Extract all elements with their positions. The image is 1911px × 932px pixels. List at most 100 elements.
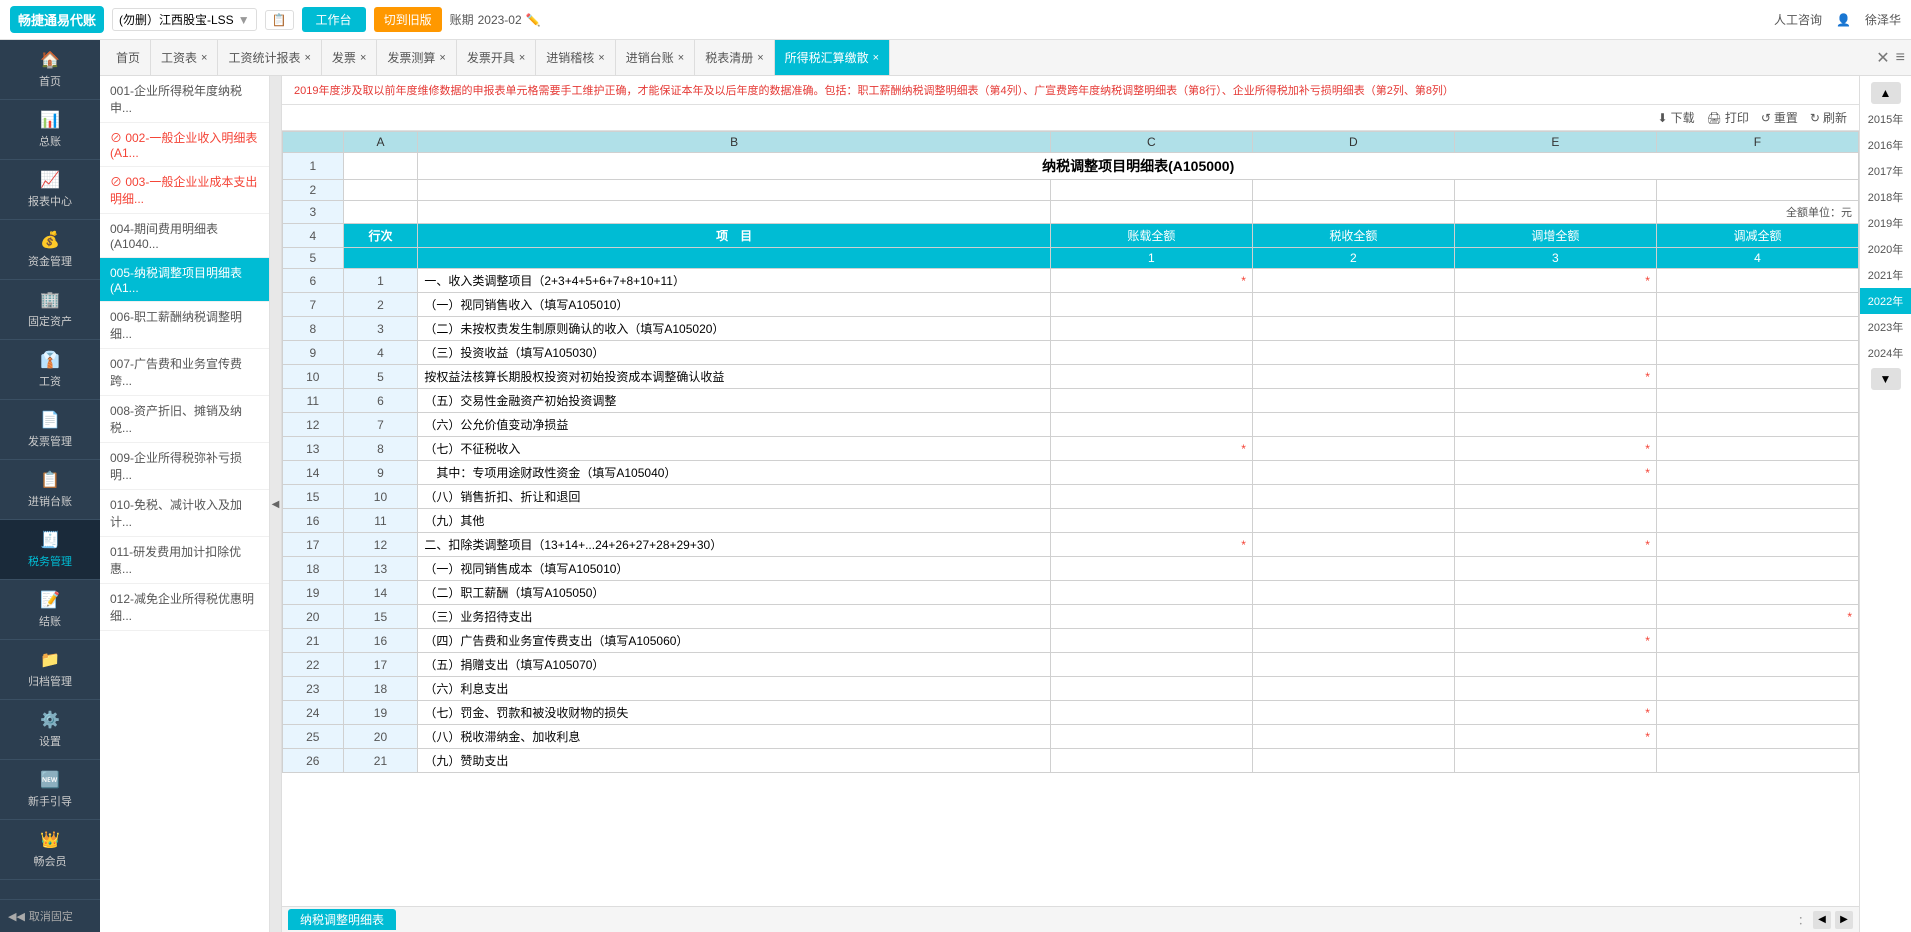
company-select[interactable]: (勿删）江西股宝-LSS ▼ [112, 8, 257, 31]
table-container[interactable]: A B C D E F 1 [282, 131, 1859, 906]
tab-ledger[interactable]: 进销台账 × [616, 40, 695, 75]
form-item-009[interactable]: 009-企业所得税弥补亏损明... [100, 443, 269, 490]
spreadsheet-area: 2019年度涉及取以前年度维修数据的申报表单元格需要手工维护正确，才能保证本年及… [282, 76, 1859, 932]
table-row: 11 6 （五）交易性金融资产初始投资调整 [283, 389, 1859, 413]
hang-16: 11 [343, 509, 418, 533]
tab-ledger-label: 进销台账 [626, 49, 674, 66]
year-2016[interactable]: 2016年 [1860, 132, 1911, 158]
tab-invoice-close[interactable]: × [360, 52, 366, 64]
sidebar-fix-btn[interactable]: ◀◀ 取消固定 [0, 899, 100, 932]
bottom-nav: ： ◀ ▶ [1798, 911, 1853, 929]
form-item-005[interactable]: 005-纳税调整项目明细表(A1... [100, 258, 269, 302]
reset-btn[interactable]: ↺ 重置 [1761, 109, 1798, 126]
c2-17 [1252, 533, 1454, 557]
cell-c3 [1050, 201, 1252, 224]
tab-ledger-close[interactable]: × [678, 52, 684, 64]
sidebar-item-tax[interactable]: 🧾 税务管理 [0, 520, 100, 580]
year-2019[interactable]: 2019年 [1860, 210, 1911, 236]
bottom-tab-tax-adj[interactable]: 纳税调整明细表 [288, 909, 396, 930]
tab-payroll[interactable]: 工资表× [151, 40, 218, 75]
sidebar-item-guide[interactable]: 🆕 新手引导 [0, 760, 100, 820]
sidebar-item-closing[interactable]: 📝 结账 [0, 580, 100, 640]
year-2020[interactable]: 2020年 [1860, 236, 1911, 262]
home-icon: 🏠 [40, 50, 60, 70]
close-all-btn[interactable]: ✕ [1876, 48, 1889, 68]
scroll-indicator: ： [1798, 912, 1809, 928]
tab-home-label: 首页 [116, 49, 140, 66]
form-item-006[interactable]: 006-职工薪酬纳税调整明细... [100, 302, 269, 349]
tab-income-tax[interactable]: 所得税汇算缴散× [775, 40, 890, 75]
tab-invoice-calc[interactable]: 发票测算× [377, 40, 456, 75]
form-item-008[interactable]: 008-资产折旧、摊销及纳税... [100, 396, 269, 443]
sidebar-item-assets[interactable]: 🏢 固定资产 [0, 280, 100, 340]
c2-19 [1252, 581, 1454, 605]
sidebar-item-member[interactable]: 👑 畅会员 [0, 820, 100, 880]
sidebar-item-invoice[interactable]: 📄 发票管理 [0, 400, 100, 460]
tab-income-tax-close[interactable]: × [873, 52, 879, 64]
print-btn[interactable]: 🖨 打印 [1707, 109, 1749, 126]
row-num: 20 [283, 605, 344, 629]
sidebar-item-home[interactable]: 🏠 首页 [0, 40, 100, 100]
download-label: 下载 [1671, 109, 1695, 126]
c4-22 [1656, 653, 1858, 677]
work-btn[interactable]: 工作台 [302, 7, 366, 32]
scroll-right-btn[interactable]: ▶ [1835, 911, 1853, 929]
year-up-btn[interactable]: ▲ [1871, 82, 1901, 104]
funds-icon: 💰 [40, 230, 60, 250]
year-down-btn[interactable]: ▼ [1871, 368, 1901, 390]
tab-invoice-calc-close[interactable]: × [439, 52, 445, 64]
sidebar-item-label: 设置 [39, 733, 61, 749]
sidebar-item-archive[interactable]: 📁 归档管理 [0, 640, 100, 700]
form-item-004[interactable]: 004-期间费用明细表(A1040... [100, 214, 269, 258]
col-item: 项 目 [418, 224, 1050, 248]
sidebar-item-reports[interactable]: 📈 报表中心 [0, 160, 100, 220]
hang-15: 10 [343, 485, 418, 509]
tab-audit-close[interactable]: × [598, 52, 604, 64]
sidebar-item-funds[interactable]: 💰 资金管理 [0, 220, 100, 280]
company-icon-btn[interactable]: 📋 [265, 10, 294, 30]
form-item-012[interactable]: 012-减免企业所得税优惠明细... [100, 584, 269, 631]
year-2023[interactable]: 2023年 [1860, 314, 1911, 340]
form-item-003[interactable]: ⊘ 003-一般企业业成本支出明细... [100, 167, 269, 214]
toggle-panel-btn[interactable]: ◀ [270, 76, 282, 932]
year-2022[interactable]: 2022年 [1860, 288, 1911, 314]
switch-btn[interactable]: 切到旧版 [374, 7, 442, 32]
tab-invoice-issue-close[interactable]: × [519, 52, 525, 64]
year-2017[interactable]: 2017年 [1860, 158, 1911, 184]
tab-payroll-stat[interactable]: 工资统计报表× [218, 40, 321, 75]
form-item-010[interactable]: 010-免税、减计收入及加计... [100, 490, 269, 537]
form-item-002[interactable]: ⊘ 002-一般企业收入明细表(A1... [100, 123, 269, 167]
tab-audit[interactable]: 进销稽核× [536, 40, 615, 75]
year-2024[interactable]: 2024年 [1860, 340, 1911, 366]
download-btn[interactable]: ⬇ 下载 [1658, 109, 1695, 126]
row-num: 24 [283, 701, 344, 725]
tab-settings-icon[interactable]: ≡ [1896, 49, 1905, 67]
refresh-btn[interactable]: ↻ 刷新 [1810, 109, 1847, 126]
form-item-011[interactable]: 011-研发费用加计扣除优惠... [100, 537, 269, 584]
tab-tax-clear-close[interactable]: × [757, 52, 763, 64]
support-link[interactable]: 人工咨询 [1774, 11, 1822, 28]
sidebar-item-settings[interactable]: ⚙️ 设置 [0, 700, 100, 760]
scroll-left-btn[interactable]: ◀ [1813, 911, 1831, 929]
tab-home[interactable]: 首页 [106, 40, 151, 75]
year-2018[interactable]: 2018年 [1860, 184, 1911, 210]
table-row: 23 18 （六）利息支出 [283, 677, 1859, 701]
sidebar-item-payroll[interactable]: 👔 工资 [0, 340, 100, 400]
sidebar-item-ledger[interactable]: 📊 总账 [0, 100, 100, 160]
sidebar-item-label: 首页 [39, 73, 61, 89]
user-name[interactable]: 徐泽华 [1865, 11, 1901, 28]
form-item-007[interactable]: 007-广告费和业务宣传费跨... [100, 349, 269, 396]
tab-payroll-stat-close[interactable]: × [304, 52, 310, 64]
form-item-001[interactable]: 001-企业所得税年度纳税申... [100, 76, 269, 123]
tab-payroll-close[interactable]: × [201, 52, 207, 64]
year-2021[interactable]: 2021年 [1860, 262, 1911, 288]
closing-icon: 📝 [40, 590, 60, 610]
year-2015[interactable]: 2015年 [1860, 106, 1911, 132]
tab-tax-clear[interactable]: 税表清册× [695, 40, 774, 75]
row-num: 8 [283, 317, 344, 341]
col-shou: 税收全额 [1252, 224, 1454, 248]
tab-invoice-issue[interactable]: 发票开具× [457, 40, 536, 75]
period-edit-icon[interactable]: ✏️ [526, 13, 541, 27]
tab-invoice[interactable]: 发票× [322, 40, 377, 75]
sidebar-item-purchase[interactable]: 📋 进销台账 [0, 460, 100, 520]
